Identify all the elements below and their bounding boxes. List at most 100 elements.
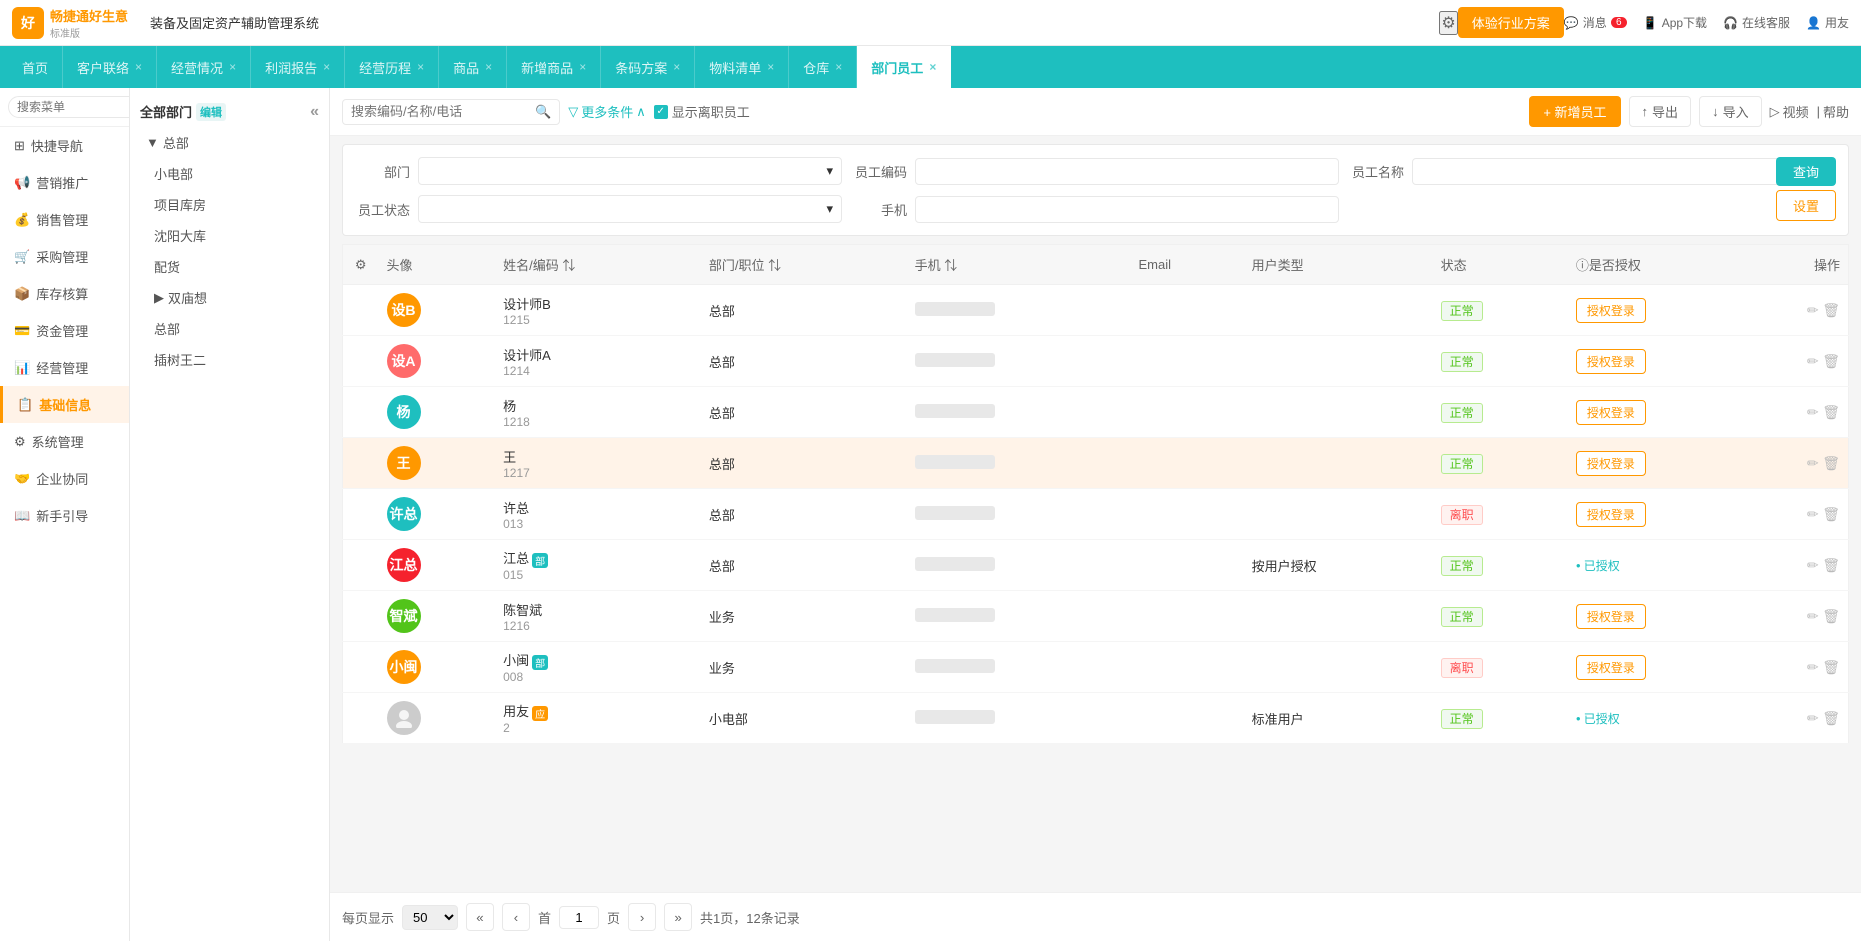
delete-button[interactable]: 🗑 — [1822, 353, 1840, 370]
sidebar-item-nav[interactable]: ⊞ 快捷导航 — [0, 127, 129, 164]
add-staff-button[interactable]: + 新增员工 — [1529, 96, 1620, 127]
search-input[interactable] — [351, 104, 531, 119]
dept-node-shuangmiao[interactable]: ▶ 双庙想 — [130, 282, 329, 313]
export-button[interactable]: ↑ 导出 — [1629, 96, 1692, 127]
tab-close-add-goods[interactable]: × — [579, 60, 586, 74]
tab-customer[interactable]: 客户联络× — [63, 46, 157, 88]
delete-button[interactable]: 🗑 — [1822, 710, 1840, 727]
tab-home[interactable]: 首页 — [8, 46, 63, 88]
tab-close-operations[interactable]: × — [229, 60, 236, 74]
tab-history[interactable]: 经营历程× — [345, 46, 439, 88]
sidebar-item-collab[interactable]: 🤝 企业协同 — [0, 460, 129, 497]
prev-page-button[interactable]: ‹ — [502, 903, 530, 931]
tab-close-profit[interactable]: × — [323, 60, 330, 74]
col-phone[interactable]: 手机 ⇅ — [907, 245, 1131, 285]
next-page-button[interactable]: › — [628, 903, 656, 931]
help-button[interactable]: | 帮助 — [1817, 102, 1849, 121]
dept-node-shenyang[interactable]: 沈阳大库 — [130, 220, 329, 251]
user-button[interactable]: 👤 用友 — [1806, 14, 1849, 31]
edit-button[interactable]: ✏ — [1807, 608, 1819, 625]
tab-add-goods[interactable]: 新增商品× — [507, 46, 601, 88]
sidebar-item-sales[interactable]: 💰 销售管理 — [0, 201, 129, 238]
delete-button[interactable]: 🗑 — [1822, 455, 1840, 472]
resigned-checkbox[interactable]: ✓ — [654, 105, 668, 119]
sidebar-item-marketing[interactable]: 📢 营销推广 — [0, 164, 129, 201]
first-page-button[interactable]: « — [466, 903, 494, 931]
edit-button[interactable]: ✏ — [1807, 557, 1819, 574]
tab-goods[interactable]: 商品× — [439, 46, 507, 88]
message-button[interactable]: 💬 消息 6 — [1564, 14, 1627, 31]
auth-login-button[interactable]: 授权登录 — [1576, 604, 1646, 629]
dept-collapse-btn[interactable]: « — [310, 103, 319, 121]
tab-close-customer[interactable]: × — [135, 60, 142, 74]
status-filter-select[interactable]: ▾ — [418, 195, 842, 223]
dept-node-xiaodian[interactable]: 小电部 — [130, 158, 329, 189]
page-size-select[interactable]: 50 20 100 — [402, 905, 458, 930]
delete-button[interactable]: 🗑 — [1822, 557, 1840, 574]
auth-login-button[interactable]: 授权登录 — [1576, 400, 1646, 425]
edit-button[interactable]: ✏ — [1807, 302, 1819, 319]
tab-close-history[interactable]: × — [417, 60, 424, 74]
auth-login-button[interactable]: 授权登录 — [1576, 349, 1646, 374]
auth-login-button[interactable]: 授权登录 — [1576, 451, 1646, 476]
auth-login-button[interactable]: 授权登录 — [1576, 502, 1646, 527]
more-filter-button[interactable]: ▽ 更多条件 ∧ — [568, 102, 646, 121]
sidebar-item-guide[interactable]: 📖 新手引导 — [0, 497, 129, 534]
online-service-button[interactable]: 🎧 在线客服 — [1723, 14, 1790, 31]
dept-node-project[interactable]: 项目库房 — [130, 189, 329, 220]
sidebar-item-purchase[interactable]: 🛒 采购管理 — [0, 238, 129, 275]
sidebar-item-operations-mgmt[interactable]: 📊 经营管理 — [0, 349, 129, 386]
tab-profit[interactable]: 利润报告× — [251, 46, 345, 88]
tab-bom[interactable]: 物料清单× — [695, 46, 789, 88]
tab-close-goods[interactable]: × — [485, 60, 492, 74]
phone-filter-input[interactable] — [915, 196, 1339, 223]
show-resigned-toggle[interactable]: ✓ 显示离职员工 — [654, 102, 750, 121]
delete-button[interactable]: 🗑 — [1822, 608, 1840, 625]
dept-filter-select[interactable]: ▾ — [418, 157, 842, 185]
edit-button[interactable]: ✏ — [1807, 506, 1819, 523]
last-page-button[interactable]: » — [664, 903, 692, 931]
set-button[interactable]: 设置 — [1776, 190, 1836, 221]
video-button[interactable]: ▷ 视频 — [1770, 102, 1809, 121]
sidebar-item-system[interactable]: ⚙ 系统管理 — [0, 423, 129, 460]
page-input[interactable] — [559, 906, 599, 929]
edit-button[interactable]: ✏ — [1807, 353, 1819, 370]
edit-button[interactable]: ✏ — [1807, 710, 1819, 727]
name-filter-input[interactable] — [1412, 158, 1836, 185]
sidebar-item-basic[interactable]: 📋 基础信息 — [0, 386, 129, 423]
edit-button[interactable]: ✏ — [1807, 455, 1819, 472]
auth-login-button[interactable]: 授权登录 — [1576, 298, 1646, 323]
edit-button[interactable]: ✏ — [1807, 404, 1819, 421]
app-download-button[interactable]: 📱 App下载 — [1643, 14, 1707, 31]
tab-staff[interactable]: 部门员工× — [857, 46, 951, 88]
tab-warehouse[interactable]: 仓库× — [789, 46, 857, 88]
trial-button[interactable]: 体验行业方案 — [1458, 7, 1564, 38]
dept-node-hq-root[interactable]: ▼ 总部 — [130, 127, 329, 158]
col-settings[interactable]: ⚙ — [343, 245, 379, 285]
dept-node-distribution[interactable]: 配货 — [130, 251, 329, 282]
tab-close-bom[interactable]: × — [767, 60, 774, 74]
delete-button[interactable]: 🗑 — [1822, 404, 1840, 421]
col-dept[interactable]: 部门/职位 ⇅ — [701, 245, 907, 285]
code-filter-input[interactable] — [915, 158, 1339, 185]
dept-node-hq[interactable]: 总部 — [130, 313, 329, 344]
col-name[interactable]: 姓名/编码 ⇅ — [495, 245, 701, 285]
query-button[interactable]: 查询 — [1776, 157, 1836, 186]
dept-edit-tag[interactable]: 编辑 — [196, 103, 226, 121]
auth-login-button[interactable]: 授权登录 — [1576, 655, 1646, 680]
import-button[interactable]: ↓ 导入 — [1699, 96, 1762, 127]
sidebar-search-input[interactable] — [8, 96, 130, 118]
gear-button[interactable]: ⚙ — [1439, 11, 1457, 35]
tab-barcode[interactable]: 条码方案× — [601, 46, 695, 88]
delete-button[interactable]: 🗑 — [1822, 302, 1840, 319]
sidebar-item-finance[interactable]: 💳 资金管理 — [0, 312, 129, 349]
dept-node-chashuwang[interactable]: 插树王二 — [130, 344, 329, 375]
sidebar-item-stock[interactable]: 📦 库存核算 — [0, 275, 129, 312]
tab-operations[interactable]: 经营情况× — [157, 46, 251, 88]
tab-close-warehouse[interactable]: × — [835, 60, 842, 74]
tab-close-staff[interactable]: × — [929, 60, 936, 74]
delete-button[interactable]: 🗑 — [1822, 506, 1840, 523]
delete-button[interactable]: 🗑 — [1822, 659, 1840, 676]
tab-close-barcode[interactable]: × — [673, 60, 680, 74]
edit-button[interactable]: ✏ — [1807, 659, 1819, 676]
